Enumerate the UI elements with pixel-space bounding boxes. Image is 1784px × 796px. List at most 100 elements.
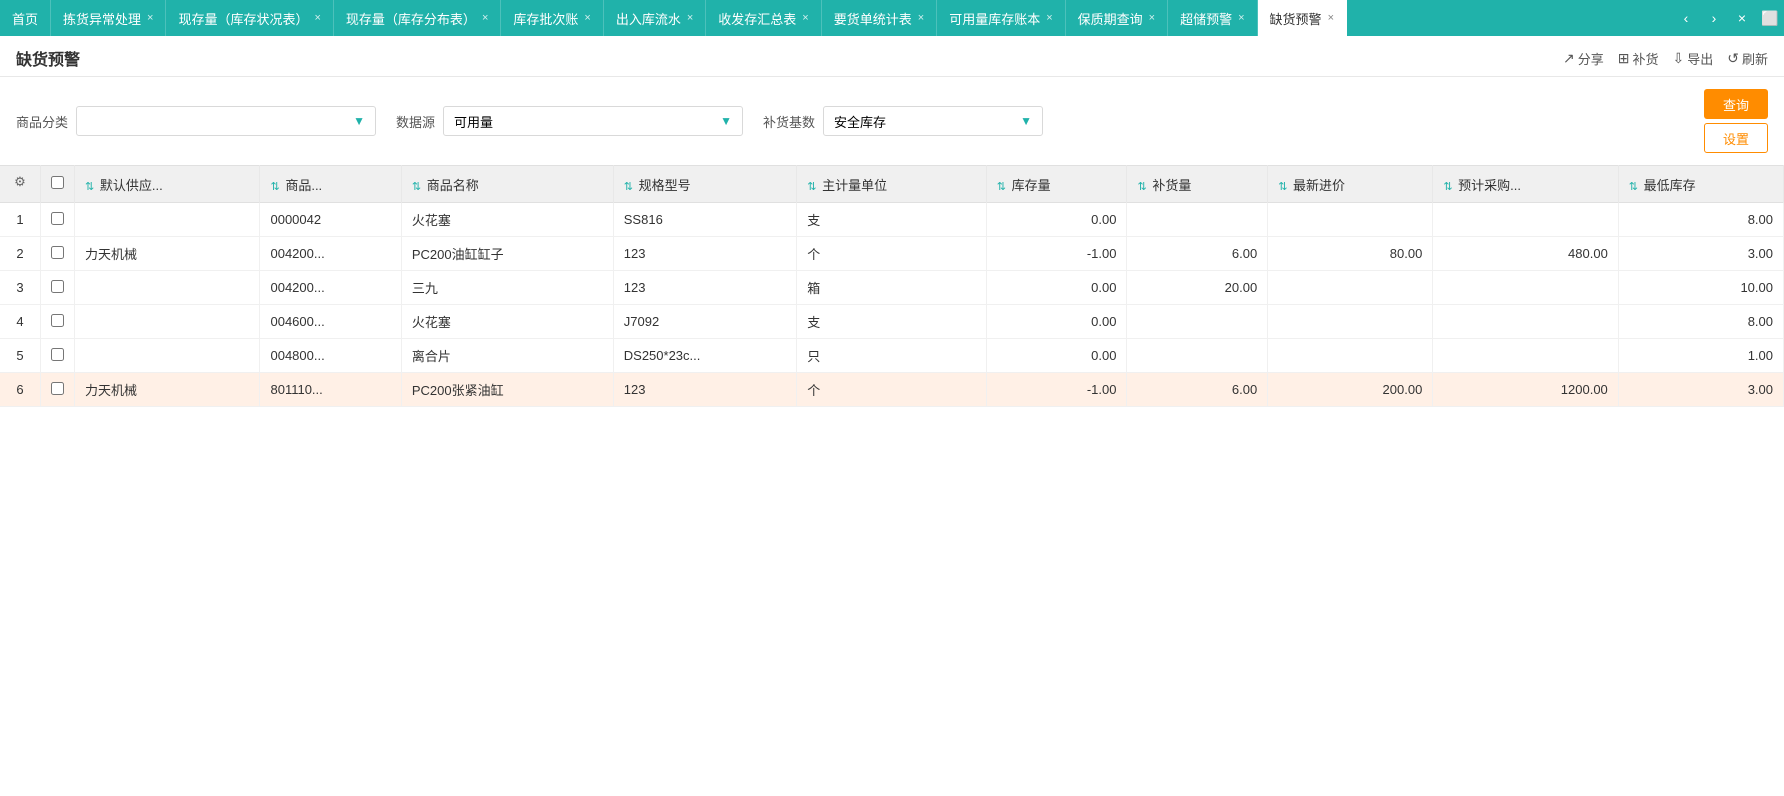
row-spec: SS816 — [613, 203, 796, 237]
row-spec: DS250*23c... — [613, 339, 796, 373]
tab-available-ledger[interactable]: 可用量库存账本 × — [937, 0, 1065, 36]
tab-home[interactable]: 首页 — [0, 0, 51, 36]
row-latest-price — [1268, 339, 1433, 373]
column-estimated-purchase[interactable]: ⇅ 预计采购... — [1433, 166, 1618, 203]
datasource-select[interactable]: 可用量 ▼ — [443, 106, 743, 136]
category-select[interactable]: ▼ — [76, 106, 376, 136]
tab-inout-flow-close[interactable]: × — [687, 12, 693, 24]
tab-receipt-summary-label: 收发存汇总表 — [718, 9, 796, 28]
sort-icon-unit: ⇅ — [807, 181, 816, 193]
row-spec: 123 — [613, 271, 796, 305]
column-product-code[interactable]: ⇅ 商品... — [260, 166, 401, 203]
sort-icon-price: ⇅ — [1278, 181, 1287, 193]
row-unit: 个 — [797, 373, 987, 407]
select-all-checkbox[interactable] — [51, 176, 64, 189]
tab-overstock-close[interactable]: × — [1238, 12, 1244, 24]
export-button[interactable]: ⇩ 导出 — [1673, 49, 1714, 68]
tab-batch-account-label: 库存批次账 — [513, 9, 578, 28]
column-settings-icon[interactable]: ⚙ — [10, 174, 30, 194]
column-unit[interactable]: ⇅ 主计量单位 — [797, 166, 987, 203]
column-stock[interactable]: ⇅ 库存量 — [986, 166, 1127, 203]
row-stock: 0.00 — [986, 271, 1127, 305]
tab-shortage-close[interactable]: × — [1328, 12, 1334, 24]
sort-icon-supplier: ⇅ — [85, 181, 94, 193]
export-label: 导出 — [1687, 49, 1713, 68]
row-checkbox[interactable] — [51, 280, 64, 293]
tab-nav-controls: ‹ › × ⬜ — [1672, 10, 1784, 27]
tab-shortage-label: 缺货预警 — [1270, 9, 1322, 28]
refresh-button[interactable]: ↺ 刷新 — [1727, 49, 1768, 68]
row-num-cell: 4 — [0, 305, 41, 339]
category-arrow-icon: ▼ — [353, 114, 365, 128]
row-latest-price — [1268, 203, 1433, 237]
tab-batch-account[interactable]: 库存批次账 × — [501, 0, 603, 36]
tab-shortage[interactable]: 缺货预警 × — [1258, 0, 1347, 36]
tab-prev-btn[interactable]: ‹ — [1672, 10, 1700, 26]
row-estimated-purchase: 1200.00 — [1433, 373, 1618, 407]
tab-batch-account-close[interactable]: × — [584, 12, 590, 24]
tab-inventory-status[interactable]: 现存量（库存状况表） × — [166, 0, 333, 36]
column-spec[interactable]: ⇅ 规格型号 — [613, 166, 796, 203]
row-checkbox[interactable] — [51, 314, 64, 327]
tab-inventory-dist-close[interactable]: × — [482, 12, 488, 24]
refresh-icon: ↺ — [1727, 50, 1739, 67]
filter-actions: 查询 设置 — [1704, 89, 1768, 153]
tab-home-label: 首页 — [12, 9, 38, 28]
tab-inout-flow[interactable]: 出入库流水 × — [604, 0, 706, 36]
tab-exception-label: 拣货异常处理 — [63, 9, 141, 28]
replenish-button[interactable]: ⊞ 补货 — [1618, 49, 1659, 68]
row-supplier — [75, 339, 260, 373]
tab-expand-btn[interactable]: ⬜ — [1756, 10, 1784, 27]
tab-available-ledger-label: 可用量库存账本 — [949, 9, 1040, 28]
column-min-stock[interactable]: ⇅ 最低库存 — [1618, 166, 1783, 203]
tab-available-ledger-close[interactable]: × — [1046, 12, 1052, 24]
row-checkbox-cell — [41, 203, 75, 237]
row-num-cell: 3 — [0, 271, 41, 305]
tab-receipt-summary[interactable]: 收发存汇总表 × — [706, 0, 821, 36]
row-replenish-qty — [1127, 305, 1268, 339]
row-min-stock: 8.00 — [1618, 305, 1783, 339]
row-unit: 只 — [797, 339, 987, 373]
row-replenish-qty: 20.00 — [1127, 271, 1268, 305]
tab-order-stats[interactable]: 要货单统计表 × — [822, 0, 937, 36]
table-row: 4 004600... 火花塞 J7092 支 0.00 8.00 — [0, 305, 1784, 339]
row-product-code: 004800... — [260, 339, 401, 373]
tab-close-all-btn[interactable]: × — [1728, 10, 1756, 26]
row-checkbox[interactable] — [51, 246, 64, 259]
category-filter-group: 商品分类 ▼ — [16, 106, 376, 136]
row-num-cell: 6 — [0, 373, 41, 407]
share-button[interactable]: ↗ 分享 — [1563, 49, 1604, 68]
column-latest-price[interactable]: ⇅ 最新进价 — [1268, 166, 1433, 203]
row-replenish-qty — [1127, 203, 1268, 237]
row-checkbox[interactable] — [51, 212, 64, 225]
tab-order-stats-close[interactable]: × — [918, 12, 924, 24]
column-default-supplier[interactable]: ⇅ 默认供应... — [75, 166, 260, 203]
sort-icon-min-stock: ⇅ — [1629, 181, 1638, 193]
tab-expiry-query[interactable]: 保质期查询 × — [1066, 0, 1168, 36]
tab-exception-close[interactable]: × — [147, 12, 153, 24]
row-checkbox-cell — [41, 373, 75, 407]
datasource-filter-group: 数据源 可用量 ▼ — [396, 106, 743, 136]
row-checkbox-cell — [41, 305, 75, 339]
row-product-code: 801110... — [260, 373, 401, 407]
tab-inventory-status-close[interactable]: × — [314, 12, 320, 24]
row-checkbox[interactable] — [51, 348, 64, 361]
tab-expiry-query-close[interactable]: × — [1149, 12, 1155, 24]
row-latest-price: 200.00 — [1268, 373, 1433, 407]
tab-overstock[interactable]: 超储预警 × — [1168, 0, 1257, 36]
row-spec: J7092 — [613, 305, 796, 339]
row-stock: 0.00 — [986, 339, 1127, 373]
datasource-arrow-icon: ▼ — [720, 114, 732, 128]
tab-inventory-dist[interactable]: 现存量（库存分布表） × — [334, 0, 501, 36]
replenish-base-select[interactable]: 安全库存 ▼ — [823, 106, 1043, 136]
column-replenish-qty[interactable]: ⇅ 补货量 — [1127, 166, 1268, 203]
tab-next-btn[interactable]: › — [1700, 10, 1728, 26]
settings-button[interactable]: 设置 — [1704, 123, 1768, 153]
row-estimated-purchase — [1433, 339, 1618, 373]
tab-receipt-summary-close[interactable]: × — [802, 12, 808, 24]
row-checkbox[interactable] — [51, 382, 64, 395]
query-button[interactable]: 查询 — [1704, 89, 1768, 119]
column-product-name[interactable]: ⇅ 商品名称 — [401, 166, 613, 203]
row-estimated-purchase — [1433, 305, 1618, 339]
tab-exception[interactable]: 拣货异常处理 × — [51, 0, 166, 36]
